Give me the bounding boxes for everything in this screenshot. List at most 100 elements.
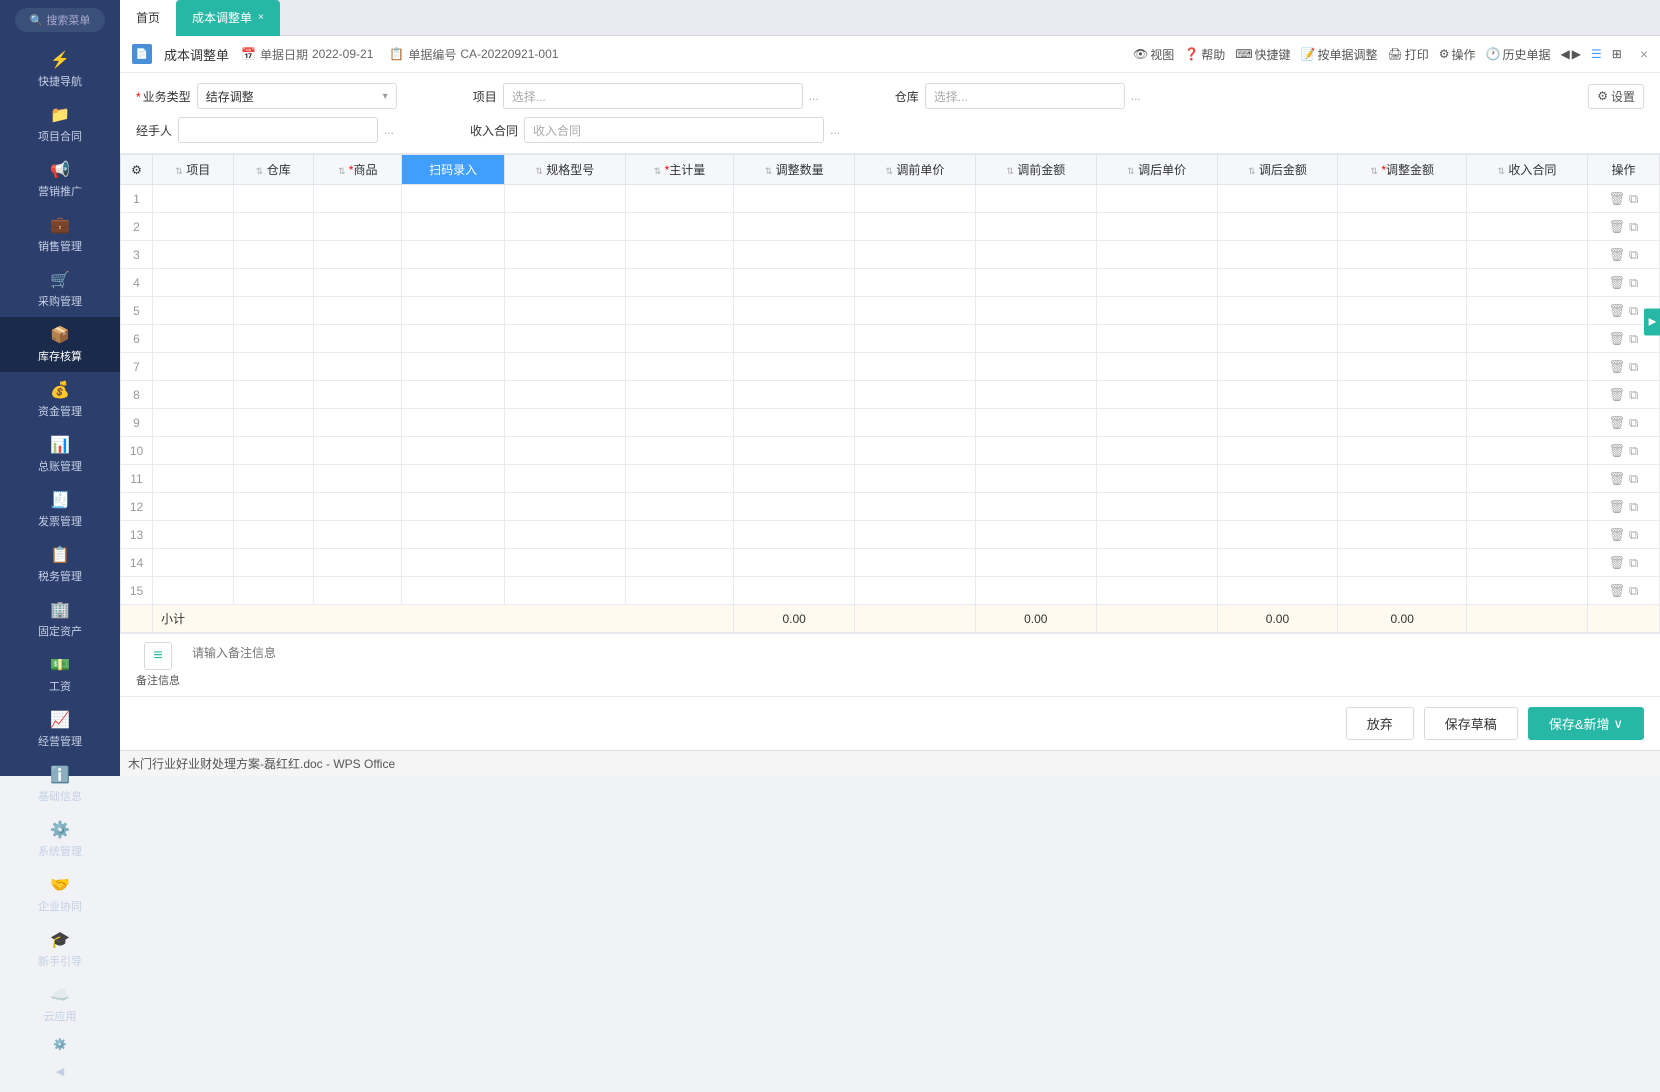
- cell-2-8[interactable]: [975, 213, 1096, 241]
- cell-2-1[interactable]: [233, 213, 314, 241]
- cell-10-3[interactable]: [402, 437, 505, 465]
- cell-9-6[interactable]: [734, 409, 855, 437]
- cell-6-3[interactable]: [402, 325, 505, 353]
- cell-3-1[interactable]: [233, 241, 314, 269]
- cell-8-7[interactable]: [855, 381, 976, 409]
- cell-8-12[interactable]: [1467, 381, 1588, 409]
- view-toggle-card[interactable]: ⊞: [1612, 47, 1622, 61]
- cell-13-2[interactable]: [314, 521, 402, 549]
- sidebar-collapse[interactable]: ◀: [49, 1059, 71, 1084]
- cell-11-11[interactable]: [1338, 465, 1467, 493]
- cell-5-6[interactable]: [734, 297, 855, 325]
- cell-12-9[interactable]: [1096, 493, 1217, 521]
- cell-11-7[interactable]: [855, 465, 976, 493]
- cell-14-2[interactable]: [314, 549, 402, 577]
- cell-1-2[interactable]: [314, 185, 402, 213]
- sidebar-item-inventory[interactable]: 📦 库存核算: [0, 317, 120, 372]
- cell-7-6[interactable]: [734, 353, 855, 381]
- cell-2-7[interactable]: [855, 213, 976, 241]
- cell-6-1[interactable]: [233, 325, 314, 353]
- sidebar-item-cloud[interactable]: ☁️ 云应用: [0, 977, 120, 1032]
- cell-13-1[interactable]: [233, 521, 314, 549]
- cell-14-9[interactable]: [1096, 549, 1217, 577]
- cell-13-9[interactable]: [1096, 521, 1217, 549]
- cell-7-11[interactable]: [1338, 353, 1467, 381]
- copy-icon-8[interactable]: ⧉: [1629, 387, 1638, 403]
- delete-icon-7[interactable]: 🗑: [1609, 359, 1626, 375]
- cell-8-11[interactable]: [1338, 381, 1467, 409]
- cell-5-8[interactable]: [975, 297, 1096, 325]
- cell-15-10[interactable]: [1217, 577, 1338, 605]
- cell-5-10[interactable]: [1217, 297, 1338, 325]
- cell-9-3[interactable]: [402, 409, 505, 437]
- cell-12-1[interactable]: [233, 493, 314, 521]
- cell-3-12[interactable]: [1467, 241, 1588, 269]
- sidebar-item-sales[interactable]: 💼 销售管理: [0, 207, 120, 262]
- cell-4-5[interactable]: [625, 269, 734, 297]
- project-input[interactable]: 选择...: [503, 83, 803, 109]
- action-help[interactable]: ❓ 帮助: [1184, 46, 1225, 63]
- cell-4-4[interactable]: [504, 269, 625, 297]
- cell-14-10[interactable]: [1217, 549, 1338, 577]
- save-draft-button[interactable]: 保存草稿: [1424, 707, 1518, 740]
- sidebar-item-management[interactable]: 📈 经营管理: [0, 702, 120, 757]
- cell-15-4[interactable]: [504, 577, 625, 605]
- cell-12-5[interactable]: [625, 493, 734, 521]
- cell-6-5[interactable]: [625, 325, 734, 353]
- cell-15-5[interactable]: [625, 577, 734, 605]
- cell-12-6[interactable]: [734, 493, 855, 521]
- action-print[interactable]: 🖨 打印: [1388, 46, 1429, 63]
- cell-1-6[interactable]: [734, 185, 855, 213]
- copy-icon-11[interactable]: ⧉: [1629, 471, 1638, 487]
- cell-10-4[interactable]: [504, 437, 625, 465]
- cell-4-7[interactable]: [855, 269, 976, 297]
- cell-15-9[interactable]: [1096, 577, 1217, 605]
- cell-13-0[interactable]: [153, 521, 234, 549]
- copy-icon-4[interactable]: ⧉: [1629, 275, 1638, 291]
- cell-12-4[interactable]: [504, 493, 625, 521]
- cell-5-2[interactable]: [314, 297, 402, 325]
- cell-15-12[interactable]: [1467, 577, 1588, 605]
- cell-1-7[interactable]: [855, 185, 976, 213]
- sidebar-search[interactable]: 🔍 搜索菜单: [15, 8, 105, 32]
- cell-5-3[interactable]: [402, 297, 505, 325]
- business-type-input[interactable]: 结存调整 ▾: [197, 83, 397, 109]
- cell-1-1[interactable]: [233, 185, 314, 213]
- sidebar-item-guide[interactable]: 🎓 新手引导: [0, 922, 120, 977]
- cell-8-1[interactable]: [233, 381, 314, 409]
- delete-icon-12[interactable]: 🗑: [1609, 499, 1626, 515]
- cell-14-3[interactable]: [402, 549, 505, 577]
- copy-icon-6[interactable]: ⧉: [1629, 331, 1638, 347]
- cell-3-6[interactable]: [734, 241, 855, 269]
- cell-5-5[interactable]: [625, 297, 734, 325]
- cell-1-3[interactable]: [402, 185, 505, 213]
- save-new-button[interactable]: 保存&新增 ∨: [1528, 707, 1644, 740]
- copy-icon-9[interactable]: ⧉: [1629, 415, 1638, 431]
- delete-icon-3[interactable]: 🗑: [1609, 247, 1626, 263]
- cell-5-7[interactable]: [855, 297, 976, 325]
- cell-10-0[interactable]: [153, 437, 234, 465]
- cell-15-8[interactable]: [975, 577, 1096, 605]
- copy-icon-15[interactable]: ⧉: [1629, 583, 1638, 599]
- cell-10-6[interactable]: [734, 437, 855, 465]
- cell-11-6[interactable]: [734, 465, 855, 493]
- cell-12-8[interactable]: [975, 493, 1096, 521]
- cell-12-3[interactable]: [402, 493, 505, 521]
- action-history[interactable]: 🕐 历史单据: [1486, 46, 1551, 63]
- cell-2-3[interactable]: [402, 213, 505, 241]
- delete-icon-6[interactable]: 🗑: [1609, 331, 1626, 347]
- sidebar-item-system[interactable]: ⚙️ 系统管理: [0, 812, 120, 867]
- cell-3-4[interactable]: [504, 241, 625, 269]
- cell-4-11[interactable]: [1338, 269, 1467, 297]
- action-shortcut[interactable]: ⌨ 快捷键: [1235, 46, 1290, 63]
- cell-13-7[interactable]: [855, 521, 976, 549]
- cell-2-12[interactable]: [1467, 213, 1588, 241]
- cell-2-4[interactable]: [504, 213, 625, 241]
- copy-icon-5[interactable]: ⧉: [1629, 303, 1638, 319]
- cell-13-4[interactable]: [504, 521, 625, 549]
- delete-icon-1[interactable]: 🗑: [1609, 191, 1626, 207]
- cell-5-11[interactable]: [1338, 297, 1467, 325]
- cell-14-0[interactable]: [153, 549, 234, 577]
- copy-icon-7[interactable]: ⧉: [1629, 359, 1638, 375]
- cell-9-5[interactable]: [625, 409, 734, 437]
